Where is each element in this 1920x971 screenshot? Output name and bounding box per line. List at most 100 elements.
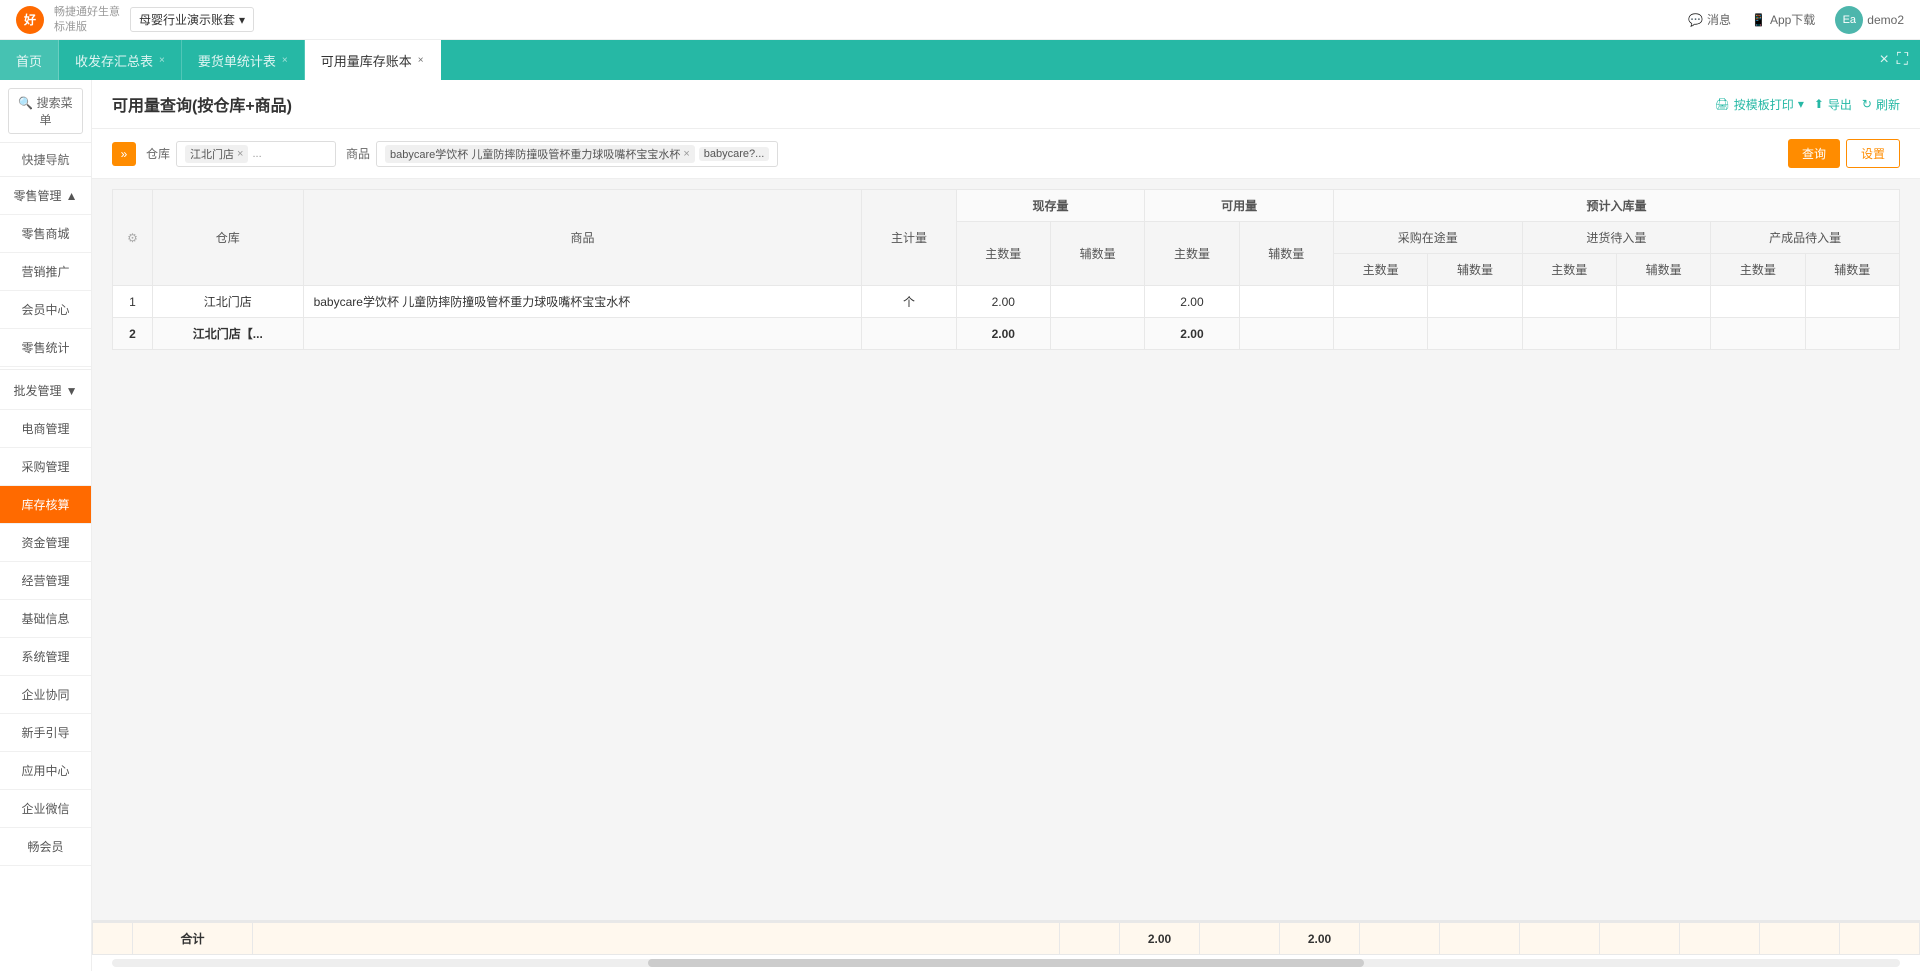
expand-tab-button[interactable]: ⛶	[1897, 51, 1908, 69]
row2-warehouse: 江北门店【...	[153, 318, 304, 350]
message-button[interactable]: 💬 消息	[1688, 11, 1731, 28]
row1-product: babycare学饮杯 儿童防摔防撞吸管杯重力球吸嘴杯宝宝水杯	[303, 286, 862, 318]
sidebar-item-app-center[interactable]: 应用中心	[0, 752, 91, 790]
message-icon: 💬	[1688, 13, 1703, 27]
sidebar-item-wholesale[interactable]: 批发管理 ▼	[0, 372, 91, 410]
footer-total-label: 合计	[133, 923, 253, 955]
sidebar-item-retail-stats[interactable]: 零售统计	[0, 329, 91, 367]
sidebar-item-retail-mgmt[interactable]: 零售管理 ▲	[0, 177, 91, 215]
product-input[interactable]: babycare学饮杯 儿童防摔防撞吸管杯重力球吸嘴杯宝宝水杯 × babyca…	[376, 141, 778, 167]
table-settings-icon[interactable]: ⚙	[127, 231, 138, 245]
brand-sub: 标准版	[54, 20, 120, 34]
industry-select[interactable]: 母婴行业演示账套 ▾	[130, 7, 254, 32]
sidebar-item-marketing[interactable]: 营销推广	[0, 253, 91, 291]
table-row-subtotal: 2 江北门店【... 2.00 2.00	[113, 318, 1900, 350]
col-production-main-header: 主数量	[1711, 254, 1805, 286]
tab-order-stats[interactable]: 要货单统计表 ×	[182, 40, 305, 80]
tab-receive-summary-close[interactable]: ×	[159, 55, 165, 66]
row2-pending-main	[1522, 318, 1616, 350]
username: demo2	[1867, 13, 1904, 27]
row1-available-main: 2.00	[1145, 286, 1239, 318]
avatar: Ea	[1835, 6, 1863, 34]
message-label: 消息	[1707, 11, 1731, 28]
col-pending-sub-header: 辅数量	[1616, 254, 1710, 286]
sidebar-item-purchase-label: 采购管理	[21, 458, 69, 475]
tab-order-stats-close[interactable]: ×	[282, 55, 288, 66]
sidebar-item-enterprise-wechat[interactable]: 企业微信	[0, 790, 91, 828]
export-button[interactable]: ⬆ 导出	[1814, 96, 1852, 113]
sidebar-item-purchase[interactable]: 采购管理	[0, 448, 91, 486]
sidebar-item-vip-label: 畅会员	[27, 838, 63, 855]
filter-actions: 查询 设置	[1788, 139, 1900, 168]
warehouse-input[interactable]: 江北门店 × ...	[176, 141, 336, 167]
col-product-header: 商品	[303, 190, 862, 286]
print-button[interactable]: 🖨 按模板打印 ▾	[1715, 96, 1804, 113]
col-current-main-header: 主数量	[956, 222, 1050, 286]
refresh-button[interactable]: ↻ 刷新	[1862, 96, 1900, 113]
sidebar-item-enterprise-collab[interactable]: 企业协同	[0, 676, 91, 714]
product-tag-2: babycare?...	[699, 147, 770, 161]
row2-purchase-sub	[1428, 318, 1522, 350]
chevron-down-icon: ▾	[239, 13, 245, 27]
app-download-button[interactable]: 📱 App下载	[1751, 11, 1815, 28]
sidebar-item-basic-info[interactable]: 基础信息	[0, 600, 91, 638]
sidebar-item-finance[interactable]: 资金管理	[0, 524, 91, 562]
col-purchase-transit-header: 采购在途量	[1333, 222, 1522, 254]
page-actions: 🖨 按模板打印 ▾ ⬆ 导出 ↻ 刷新	[1715, 96, 1900, 113]
table-row: 1 江北门店 babycare学饮杯 儿童防摔防撞吸管杯重力球吸嘴杯宝宝水杯 个…	[113, 286, 1900, 318]
sidebar-item-inventory-label: 库存核算	[21, 496, 69, 513]
row1-current-sub	[1050, 286, 1144, 318]
sidebar-item-operations[interactable]: 经营管理	[0, 562, 91, 600]
sidebar-section: 零售管理 ▲ 零售商城 营销推广 会员中心 零售统计 批发管理 ▼ 电商管理	[0, 177, 91, 866]
tab-available-stock[interactable]: 可用量库存账本 ×	[305, 40, 441, 80]
page-header: 可用量查询(按仓库+商品) 🖨 按模板打印 ▾ ⬆ 导出 ↻ 刷新	[92, 80, 1920, 129]
user-menu[interactable]: Ea demo2	[1835, 6, 1904, 34]
row2-available-main: 2.00	[1145, 318, 1239, 350]
sidebar-item-ecommerce[interactable]: 电商管理	[0, 410, 91, 448]
warehouse-tag-remove[interactable]: ×	[237, 148, 243, 160]
quick-nav-button[interactable]: 快捷导航	[0, 143, 91, 177]
row1-production-main	[1711, 286, 1805, 318]
tab-available-stock-close[interactable]: ×	[418, 55, 424, 66]
sidebar-item-vip-member[interactable]: 畅会员	[0, 828, 91, 866]
tab-home[interactable]: 首页	[0, 40, 59, 80]
col-planned-header: 预计入库量	[1333, 190, 1899, 222]
brand-name: 畅捷通好生意	[54, 5, 120, 19]
tab-available-stock-label: 可用量库存账本	[321, 51, 412, 70]
export-label: 导出	[1828, 96, 1852, 113]
row2-index: 2	[113, 318, 153, 350]
logo-icon: 好	[16, 6, 44, 34]
tab-receive-summary-label: 收发存汇总表	[75, 51, 153, 70]
app-download-label: App下载	[1770, 11, 1815, 28]
sidebar-item-system[interactable]: 系统管理	[0, 638, 91, 676]
col-settings-header: ⚙	[113, 190, 153, 286]
sidebar-item-retail-mall[interactable]: 零售商城	[0, 215, 91, 253]
tab-receive-summary[interactable]: 收发存汇总表 ×	[59, 40, 182, 80]
settings-button[interactable]: 设置	[1846, 139, 1900, 168]
sidebar-item-new-guide[interactable]: 新手引导	[0, 714, 91, 752]
tab-order-stats-label: 要货单统计表	[198, 51, 276, 70]
horizontal-scrollbar[interactable]	[112, 959, 1900, 967]
product-tag-1-value: babycare学饮杯 儿童防摔防撞吸管杯重力球吸嘴杯宝宝水杯	[390, 146, 680, 162]
col-purchase-sub-header: 辅数量	[1428, 254, 1522, 286]
product-tag-1-remove[interactable]: ×	[683, 148, 689, 160]
footer-production-main	[1760, 923, 1840, 955]
footer-unit-spacer	[1060, 923, 1120, 955]
top-bar-left: 好 畅捷通好生意 标准版 母婴行业演示账套 ▾	[16, 5, 254, 34]
query-button[interactable]: 查询	[1788, 139, 1840, 168]
col-production-sub-header: 辅数量	[1805, 254, 1899, 286]
sidebar-item-inventory[interactable]: 库存核算	[0, 486, 91, 524]
col-production-pending-header: 产成品待入量	[1711, 222, 1900, 254]
filter-expand-button[interactable]: »	[112, 142, 136, 166]
row1-production-sub	[1805, 286, 1899, 318]
sidebar-item-retail-stats-label: 零售统计	[21, 339, 69, 356]
sidebar-item-member-center[interactable]: 会员中心	[0, 291, 91, 329]
search-menu-button[interactable]: 🔍 搜索菜单	[8, 88, 83, 134]
page-title: 可用量查询(按仓库+商品)	[112, 92, 292, 116]
col-available-header: 可用量	[1145, 190, 1334, 222]
footer-purchase-main	[1440, 923, 1520, 955]
brand-text: 畅捷通好生意 标准版	[54, 5, 120, 34]
close-tab-button[interactable]: ×	[1879, 51, 1888, 69]
sidebar-search: 🔍 搜索菜单	[0, 80, 91, 143]
warehouse-label: 仓库	[146, 145, 170, 162]
